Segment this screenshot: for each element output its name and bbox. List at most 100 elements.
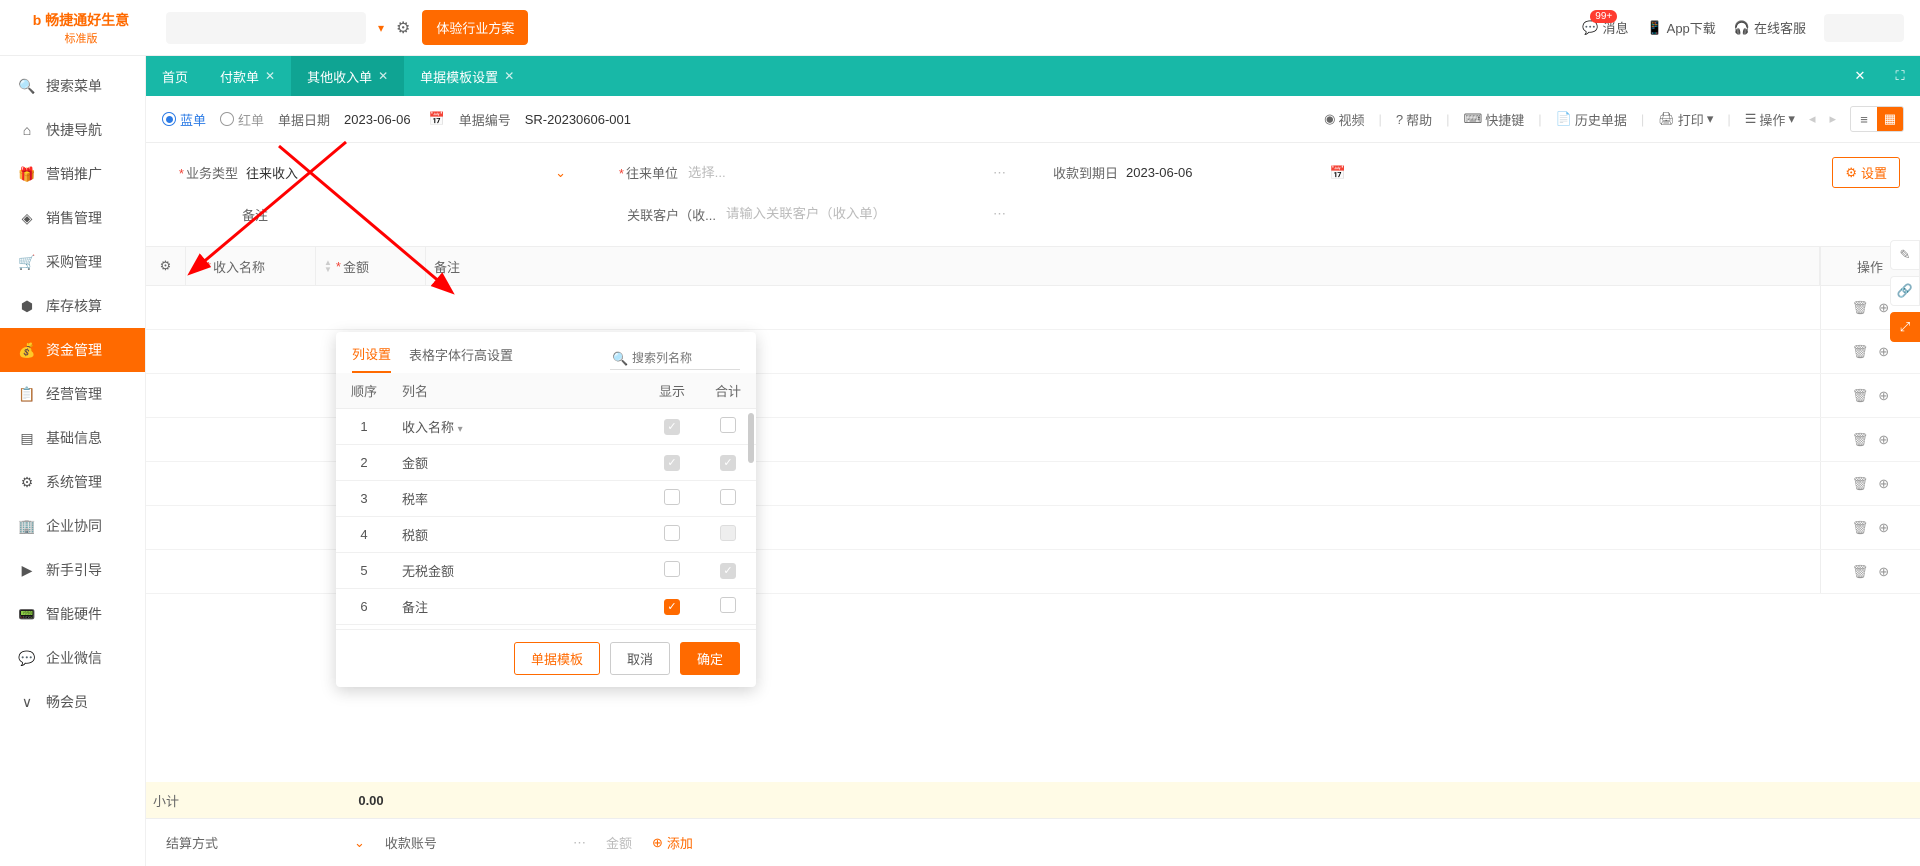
card-view-btn[interactable]: ▦ [1877, 107, 1903, 131]
copy-icon[interactable]: ⊕ [1878, 520, 1889, 536]
sidebar-item-5[interactable]: ⬢库存核算 [0, 284, 145, 328]
label: 视频 [1338, 110, 1364, 129]
history-link[interactable]: 📄 历史单据 [1556, 110, 1627, 129]
template-button[interactable]: 单据模板 [514, 642, 600, 675]
shortcut-link[interactable]: ⌨ 快捷键 [1464, 110, 1525, 129]
delete-icon[interactable]: 🗑 [1852, 432, 1869, 448]
copy-icon[interactable]: ⊕ [1878, 300, 1889, 316]
table-gear-button[interactable]: ⚙ [146, 247, 186, 285]
copy-icon[interactable]: ⊕ [1878, 344, 1889, 360]
chevron-down-icon[interactable]: ⌄ [555, 165, 566, 181]
tab-0[interactable]: 首页 [146, 56, 204, 96]
checkbox-off[interactable] [664, 489, 680, 505]
sidebar-item-6[interactable]: 💰资金管理 [0, 328, 145, 372]
checkbox-off[interactable] [720, 417, 736, 433]
add-button[interactable]: ⊕ 添加 [652, 833, 693, 852]
th-income-name[interactable]: ▲▼ *收入名称 [186, 247, 316, 285]
chevron-down-icon[interactable]: ▾ [378, 21, 384, 35]
sidebar-item-2[interactable]: 🎁营销推广 [0, 152, 145, 196]
chevron-down-icon[interactable]: ▾ [458, 424, 463, 435]
settle-field[interactable]: 结算方式 ⌄ [166, 833, 365, 852]
dock-note-icon[interactable]: ✎ [1890, 240, 1920, 270]
sidebar-item-13[interactable]: 💬企业微信 [0, 636, 145, 680]
close-icon[interactable]: ✕ [378, 69, 388, 83]
tab-3[interactable]: 单据模板设置✕ [404, 56, 530, 96]
account-field[interactable]: 收款账号 ⋯ [385, 833, 586, 852]
service-link[interactable]: 🎧 在线客服 [1734, 18, 1806, 37]
sidebar-item-10[interactable]: 🏢企业协同 [0, 504, 145, 548]
settings-button[interactable]: ⚙ 设置 [1832, 157, 1900, 188]
dock-link-icon[interactable]: 🔗 [1890, 276, 1920, 306]
sidebar-item-1[interactable]: ⌂快捷导航 [0, 108, 145, 152]
checkbox-off[interactable] [664, 525, 680, 541]
video-link[interactable]: ◉ 视频 [1324, 110, 1364, 129]
more-icon[interactable]: ⋯ [993, 206, 1006, 222]
calendar-icon[interactable]: 📅 [1330, 165, 1346, 181]
red-doc-radio[interactable]: 红单 [220, 110, 264, 129]
delete-icon[interactable]: 🗑 [1852, 344, 1869, 360]
sidebar-item-3[interactable]: ◈销售管理 [0, 196, 145, 240]
remark-input[interactable] [276, 202, 566, 226]
delete-icon[interactable]: 🗑 [1852, 520, 1869, 536]
dock-expand-icon[interactable]: ⤢ [1890, 312, 1920, 342]
close-icon[interactable]: ✕ [265, 69, 275, 83]
ok-button[interactable]: 确定 [680, 642, 740, 675]
checkbox-on[interactable]: ✓ [664, 599, 680, 615]
blue-doc-radio[interactable]: 蓝单 [162, 110, 206, 129]
user-menu[interactable] [1824, 14, 1904, 42]
sidebar-item-11[interactable]: ▶新手引导 [0, 548, 145, 592]
copy-icon[interactable]: ⊕ [1878, 388, 1889, 404]
table-row[interactable]: 🗑⊕ [146, 286, 1920, 330]
next-icon[interactable]: ▸ [1829, 111, 1836, 127]
copy-icon[interactable]: ⊕ [1878, 432, 1889, 448]
checkbox-off[interactable] [720, 597, 736, 613]
delete-icon[interactable]: 🗑 [1852, 476, 1869, 492]
checkbox-off[interactable] [664, 561, 680, 577]
copy-icon[interactable]: ⊕ [1878, 476, 1889, 492]
help-link[interactable]: ? 帮助 [1396, 110, 1432, 129]
tab-2[interactable]: 其他收入单✕ [291, 56, 404, 96]
amount-field[interactable]: 金额 [606, 833, 632, 852]
prev-icon[interactable]: ◂ [1809, 111, 1816, 127]
ops-link[interactable]: ☰ 操作 ▾ [1745, 110, 1795, 129]
close-icon[interactable]: ✕ [504, 69, 514, 83]
sidebar-item-9[interactable]: ⚙系统管理 [0, 460, 145, 504]
doc-date-value[interactable]: 2023-06-06 [344, 112, 411, 127]
sidebar-item-8[interactable]: ▤基础信息 [0, 416, 145, 460]
popup-search-input[interactable] [610, 347, 740, 370]
tab-expand[interactable]: ⛶ [1880, 56, 1920, 96]
copy-icon[interactable]: ⊕ [1878, 564, 1889, 580]
checkbox-off[interactable] [720, 489, 736, 505]
gear-icon[interactable]: ⚙ [396, 18, 410, 38]
reluser-input[interactable] [724, 202, 985, 226]
sidebar-icon: 🔍 [18, 78, 36, 95]
sidebar-item-0[interactable]: 🔍搜索菜单 [0, 64, 145, 108]
sidebar-item-12[interactable]: 📟智能硬件 [0, 592, 145, 636]
tab-close-all[interactable]: ✕ [1840, 56, 1880, 96]
trial-button[interactable]: 体验行业方案 [422, 10, 528, 45]
delete-icon[interactable]: 🗑 [1852, 564, 1869, 580]
popup-tab-font[interactable]: 表格字体行高设置 [409, 345, 513, 372]
party-input[interactable] [686, 161, 985, 185]
print-link[interactable]: 🖨 打印 ▾ [1658, 110, 1713, 129]
delete-icon[interactable]: 🗑 [1852, 388, 1869, 404]
delete-icon[interactable]: 🗑 [1852, 300, 1869, 316]
org-selector[interactable] [166, 12, 366, 44]
scrollbar-thumb[interactable] [748, 413, 754, 463]
sidebar-item-7[interactable]: 📋经营管理 [0, 372, 145, 416]
checkbox-disabled: ✓ [720, 455, 736, 471]
app-download[interactable]: 📱 App下载 [1646, 18, 1715, 37]
calendar-icon[interactable]: 📅 [429, 111, 445, 127]
sidebar-item-4[interactable]: 🛒采购管理 [0, 240, 145, 284]
tab-1[interactable]: 付款单✕ [204, 56, 291, 96]
sidebar-item-14[interactable]: ∨畅会员 [0, 680, 145, 724]
biztype-value[interactable]: 往来收入 [246, 163, 547, 182]
msg-link[interactable]: 💬 消息 99+ [1582, 18, 1628, 37]
sidebar-icon: 🎁 [18, 166, 36, 183]
duedate-value[interactable]: 2023-06-06 [1126, 165, 1318, 180]
more-icon[interactable]: ⋯ [993, 165, 1006, 181]
popup-tab-columns[interactable]: 列设置 [352, 344, 391, 373]
th-amount[interactable]: ▲▼ *金额 [316, 247, 426, 285]
list-view-btn[interactable]: ≡ [1851, 107, 1877, 131]
cancel-button[interactable]: 取消 [610, 642, 670, 675]
